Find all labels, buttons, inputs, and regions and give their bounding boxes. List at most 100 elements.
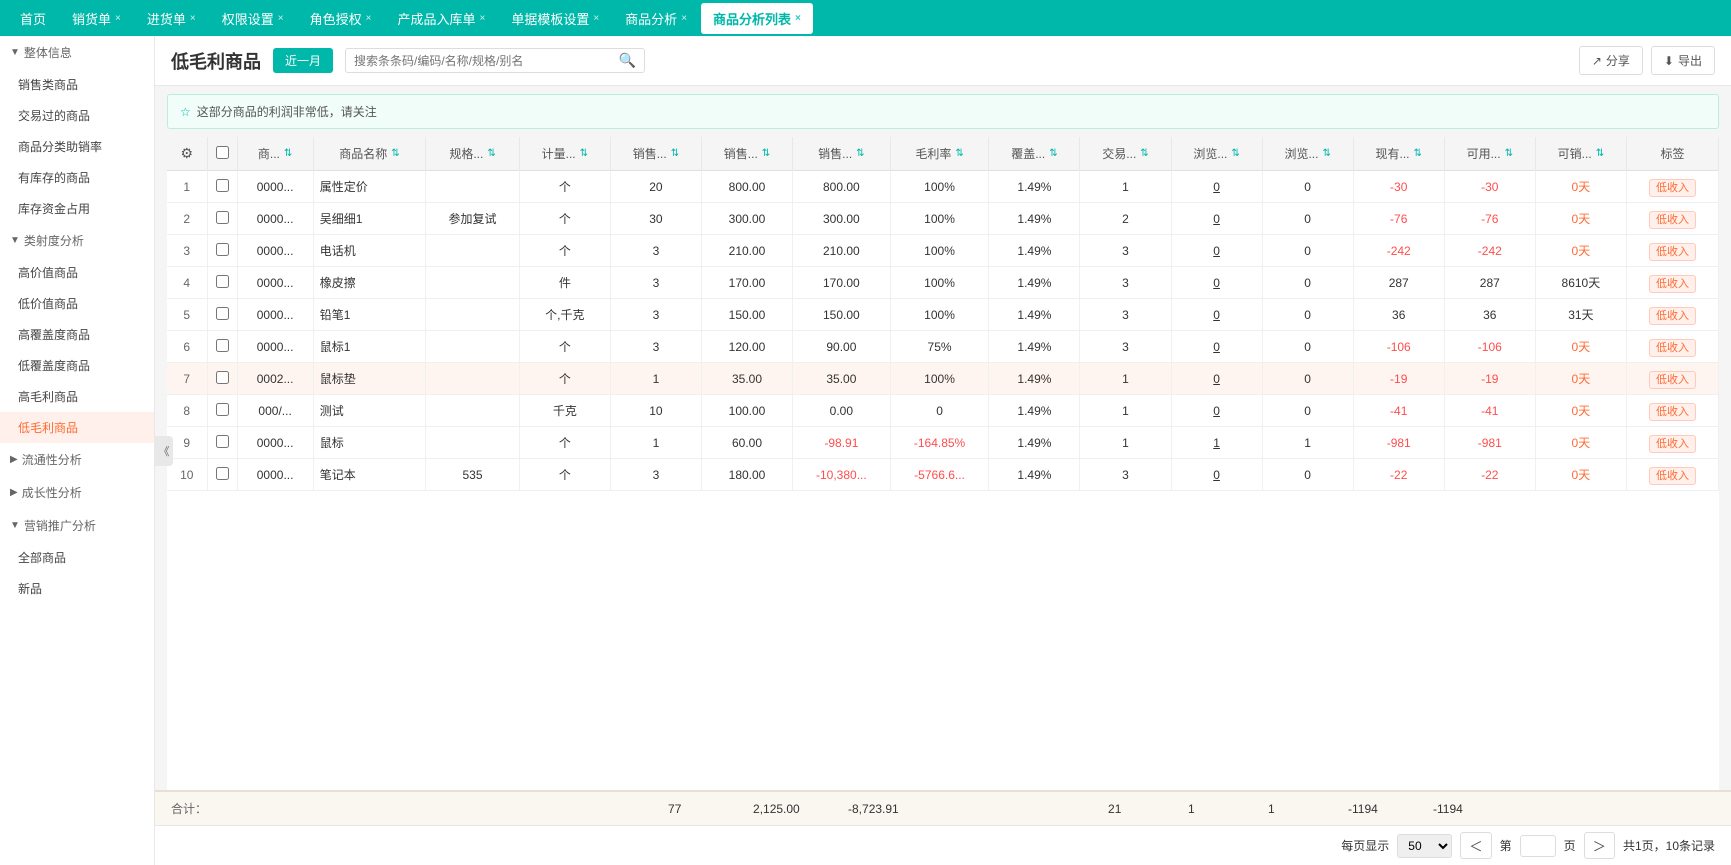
cell-checkbox-1[interactable] xyxy=(207,203,237,235)
cell-checkbox-2[interactable] xyxy=(207,235,237,267)
next-page-button[interactable]: ＞ xyxy=(1584,832,1615,859)
search-input[interactable] xyxy=(354,54,619,68)
cell-checkbox-4[interactable] xyxy=(207,299,237,331)
cell-checkbox-7[interactable] xyxy=(207,395,237,427)
col-header-coverage[interactable]: 覆盖...⇅ xyxy=(989,137,1080,171)
export-button[interactable]: ⬇ 导出 xyxy=(1651,46,1715,75)
cell-margin-2: 100% xyxy=(890,235,989,267)
nav-close-templates[interactable]: × xyxy=(593,13,599,24)
cell-sales-amt-5: 120.00 xyxy=(701,331,792,363)
cell-views2-0: 0 xyxy=(1262,171,1353,203)
prev-page-button[interactable]: ＜ xyxy=(1460,832,1491,859)
col-header-sales-amt[interactable]: 销售...⇅ xyxy=(701,137,792,171)
col-header-available[interactable]: 可用...⇅ xyxy=(1444,137,1535,171)
share-button[interactable]: ↗ 分享 xyxy=(1579,46,1643,75)
sidebar-item-low-value[interactable]: 低价值商品 xyxy=(0,288,154,319)
cell-views1-9[interactable]: 0 xyxy=(1171,459,1262,491)
cell-views1-6[interactable]: 0 xyxy=(1171,363,1262,395)
nav-roles[interactable]: 角色授权× xyxy=(298,3,384,34)
col-header-unit[interactable]: 计量...⇅ xyxy=(519,137,610,171)
main-content: 低毛利商品 近一月 🔍 ↗ 分享 ⬇ 导出 ☆ 这部分商品的利润非常低，请关注 xyxy=(155,36,1731,865)
nav-sales[interactable]: 销货单× xyxy=(60,3,133,34)
col-header-current-stock[interactable]: 现有...⇅ xyxy=(1353,137,1444,171)
nav-close-roles[interactable]: × xyxy=(366,13,372,24)
nav-close-purchase[interactable]: × xyxy=(190,13,196,24)
select-all-checkbox[interactable] xyxy=(216,146,229,159)
col-header-sales-qty[interactable]: 销售...⇅ xyxy=(610,137,701,171)
col-header-saleable-days[interactable]: 可销...⇅ xyxy=(1535,137,1626,171)
row-checkbox-2[interactable] xyxy=(216,243,229,256)
col-header-checkbox[interactable] xyxy=(207,137,237,171)
cell-checkbox-3[interactable] xyxy=(207,267,237,299)
col-header-spec[interactable]: 规格...⇅ xyxy=(426,137,520,171)
cell-settings-2: 3 xyxy=(167,235,207,267)
row-checkbox-3[interactable] xyxy=(216,275,229,288)
cell-views1-3[interactable]: 0 xyxy=(1171,267,1262,299)
cell-available-8: -981 xyxy=(1444,427,1535,459)
sidebar-item-low-coverage[interactable]: 低覆盖度商品 xyxy=(0,350,154,381)
row-checkbox-5[interactable] xyxy=(216,339,229,352)
sidebar-item-high-margin[interactable]: 高毛利商品 xyxy=(0,381,154,412)
cell-available-3: 287 xyxy=(1444,267,1535,299)
sidebar-item-stock-capital[interactable]: 库存资金占用 xyxy=(0,193,154,224)
cell-views1-7[interactable]: 0 xyxy=(1171,395,1262,427)
page-number-input[interactable]: 1 xyxy=(1520,835,1556,857)
col-header-sales-profit[interactable]: 销售...⇅ xyxy=(793,137,891,171)
nav-products[interactable]: 产成品入库单× xyxy=(385,3,497,34)
sidebar-item-new-products[interactable]: 新品 xyxy=(0,573,154,604)
nav-analysis-list[interactable]: 商品分析列表× xyxy=(701,3,813,34)
sidebar-item-high-coverage[interactable]: 高覆盖度商品 xyxy=(0,319,154,350)
sidebar-item-all-products[interactable]: 全部商品 xyxy=(0,542,154,573)
date-filter-button[interactable]: 近一月 xyxy=(273,48,333,73)
cell-views1-5[interactable]: 0 xyxy=(1171,331,1262,363)
cell-checkbox-0[interactable] xyxy=(207,171,237,203)
col-header-name[interactable]: 商品名称⇅ xyxy=(313,137,426,171)
col-header-margin[interactable]: 毛利率⇅ xyxy=(890,137,989,171)
nav-purchase[interactable]: 进货单× xyxy=(135,3,208,34)
row-checkbox-9[interactable] xyxy=(216,467,229,480)
col-header-settings[interactable]: ⚙ xyxy=(167,137,207,171)
nav-permissions[interactable]: 权限设置× xyxy=(210,3,296,34)
nav-close-analysis[interactable]: × xyxy=(681,13,687,24)
sidebar-group-marketing[interactable]: ▼ 营销推广分析 xyxy=(0,509,154,542)
row-checkbox-7[interactable] xyxy=(216,403,229,416)
nav-close-permissions[interactable]: × xyxy=(278,13,284,24)
cell-views1-8[interactable]: 1 xyxy=(1171,427,1262,459)
row-checkbox-0[interactable] xyxy=(216,179,229,192)
sidebar-group-overall[interactable]: ▼ 整体信息 xyxy=(0,36,154,69)
nav-close-analysis-list[interactable]: × xyxy=(795,13,801,24)
nav-analysis[interactable]: 商品分析× xyxy=(613,3,699,34)
cell-checkbox-6[interactable] xyxy=(207,363,237,395)
nav-home[interactable]: 首页 xyxy=(8,3,58,34)
cell-views1-2[interactable]: 0 xyxy=(1171,235,1262,267)
row-checkbox-6[interactable] xyxy=(216,371,229,384)
cell-views1-4[interactable]: 0 xyxy=(1171,299,1262,331)
sidebar-group-coverage[interactable]: ▼ 类射度分析 xyxy=(0,224,154,257)
col-header-views1[interactable]: 浏览...⇅ xyxy=(1171,137,1262,171)
col-header-code[interactable]: 商...⇅ xyxy=(237,137,313,171)
sidebar-item-category-rate[interactable]: 商品分类助销率 xyxy=(0,131,154,162)
nav-templates[interactable]: 单据模板设置× xyxy=(499,3,611,34)
sidebar-item-traded-products[interactable]: 交易过的商品 xyxy=(0,100,154,131)
page-size-select[interactable]: 50 100 200 xyxy=(1397,834,1452,858)
row-checkbox-4[interactable] xyxy=(216,307,229,320)
nav-close-products[interactable]: × xyxy=(479,13,485,24)
cell-views1-1[interactable]: 0 xyxy=(1171,203,1262,235)
sidebar-group-flow[interactable]: ▶ 流通性分析 xyxy=(0,443,154,476)
row-checkbox-1[interactable] xyxy=(216,211,229,224)
sidebar-collapse-button[interactable]: 《 xyxy=(155,436,173,466)
sidebar-item-high-value[interactable]: 高价值商品 xyxy=(0,257,154,288)
row-checkbox-8[interactable] xyxy=(216,435,229,448)
cell-checkbox-9[interactable] xyxy=(207,459,237,491)
cell-profit-3: 170.00 xyxy=(793,267,891,299)
sidebar-group-growth[interactable]: ▶ 成长性分析 xyxy=(0,476,154,509)
col-header-trade[interactable]: 交易...⇅ xyxy=(1080,137,1171,171)
sidebar-item-low-margin[interactable]: 低毛利商品 xyxy=(0,412,154,443)
cell-checkbox-8[interactable] xyxy=(207,427,237,459)
sidebar-item-sales-products[interactable]: 销售类商品 xyxy=(0,69,154,100)
cell-checkbox-5[interactable] xyxy=(207,331,237,363)
sidebar-item-in-stock[interactable]: 有库存的商品 xyxy=(0,162,154,193)
nav-close-sales[interactable]: × xyxy=(115,13,121,24)
cell-views1-0[interactable]: 0 xyxy=(1171,171,1262,203)
col-header-views2[interactable]: 浏览...⇅ xyxy=(1262,137,1353,171)
